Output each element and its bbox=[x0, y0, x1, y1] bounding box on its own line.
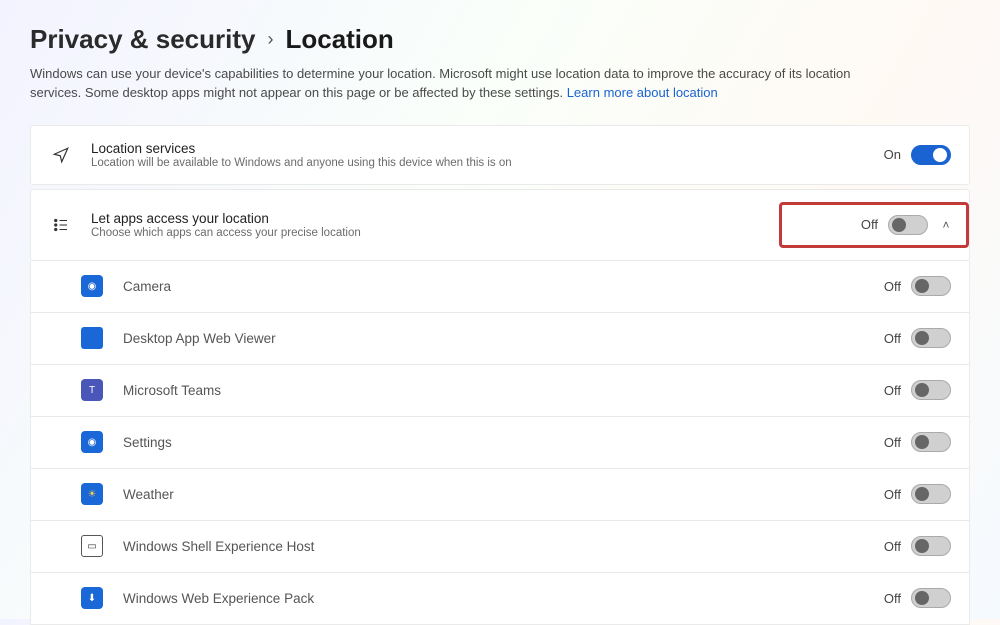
app-state: Off bbox=[884, 331, 901, 346]
app-row-settings: ◉ Settings Off bbox=[31, 417, 969, 469]
shell-icon: ▭ bbox=[81, 535, 103, 557]
app-toggle-webexp[interactable] bbox=[911, 588, 951, 608]
learn-more-link[interactable]: Learn more about location bbox=[567, 85, 718, 100]
location-services-card[interactable]: Location services Location will be avail… bbox=[30, 125, 970, 185]
description-text: Windows can use your device's capabiliti… bbox=[30, 66, 850, 100]
app-toggle-teams[interactable] bbox=[911, 380, 951, 400]
app-state: Off bbox=[884, 591, 901, 606]
location-services-subtitle: Location will be available to Windows an… bbox=[91, 157, 884, 169]
app-name: Windows Web Experience Pack bbox=[103, 591, 884, 606]
app-toggle-desktop[interactable] bbox=[911, 328, 951, 348]
app-row-weather: ☀ Weather Off bbox=[31, 469, 969, 521]
location-services-state: On bbox=[884, 147, 901, 162]
app-state: Off bbox=[884, 435, 901, 450]
app-state: Off bbox=[884, 539, 901, 554]
list-icon bbox=[45, 216, 77, 234]
chevron-right-icon: › bbox=[267, 29, 273, 50]
app-row-teams: T Microsoft Teams Off bbox=[31, 365, 969, 417]
weather-icon: ☀ bbox=[81, 483, 103, 505]
app-name: Windows Shell Experience Host bbox=[103, 539, 884, 554]
chevron-up-icon[interactable]: ˄ bbox=[928, 218, 964, 232]
location-icon bbox=[45, 146, 77, 164]
app-toggle-camera[interactable] bbox=[911, 276, 951, 296]
apps-access-card[interactable]: Let apps access your location Choose whi… bbox=[30, 189, 970, 261]
breadcrumb: Privacy & security › Location bbox=[30, 0, 970, 65]
page-description: Windows can use your device's capabiliti… bbox=[30, 65, 900, 103]
highlight-annotation: Off ˄ bbox=[779, 202, 969, 248]
apps-access-title: Let apps access your location bbox=[91, 211, 779, 226]
app-toggle-weather[interactable] bbox=[911, 484, 951, 504]
app-toggle-settings[interactable] bbox=[911, 432, 951, 452]
settings-icon: ◉ bbox=[81, 431, 103, 453]
app-state: Off bbox=[884, 279, 901, 294]
app-row-shell: ▭ Windows Shell Experience Host Off bbox=[31, 521, 969, 573]
app-state: Off bbox=[884, 383, 901, 398]
app-list: ◉ Camera Off Desktop App Web Viewer Off … bbox=[30, 261, 970, 625]
app-row-webexp: ⬇ Windows Web Experience Pack Off bbox=[31, 573, 969, 625]
app-name: Weather bbox=[103, 487, 884, 502]
app-name: Settings bbox=[103, 435, 884, 450]
location-services-toggle[interactable] bbox=[911, 145, 951, 165]
app-row-desktop: Desktop App Web Viewer Off bbox=[31, 313, 969, 365]
web-experience-icon: ⬇ bbox=[81, 587, 103, 609]
breadcrumb-root[interactable]: Privacy & security bbox=[30, 24, 255, 55]
app-name: Camera bbox=[103, 279, 884, 294]
desktop-app-icon bbox=[81, 327, 103, 349]
apps-access-state: Off bbox=[861, 217, 878, 232]
camera-icon: ◉ bbox=[81, 275, 103, 297]
app-toggle-shell[interactable] bbox=[911, 536, 951, 556]
app-name: Microsoft Teams bbox=[103, 383, 884, 398]
page-title: Location bbox=[285, 24, 393, 55]
apps-access-subtitle: Choose which apps can access your precis… bbox=[91, 227, 779, 239]
app-row-camera: ◉ Camera Off bbox=[31, 261, 969, 313]
teams-icon: T bbox=[81, 379, 103, 401]
apps-access-toggle[interactable] bbox=[888, 215, 928, 235]
app-name: Desktop App Web Viewer bbox=[103, 331, 884, 346]
app-state: Off bbox=[884, 487, 901, 502]
location-services-title: Location services bbox=[91, 141, 884, 156]
